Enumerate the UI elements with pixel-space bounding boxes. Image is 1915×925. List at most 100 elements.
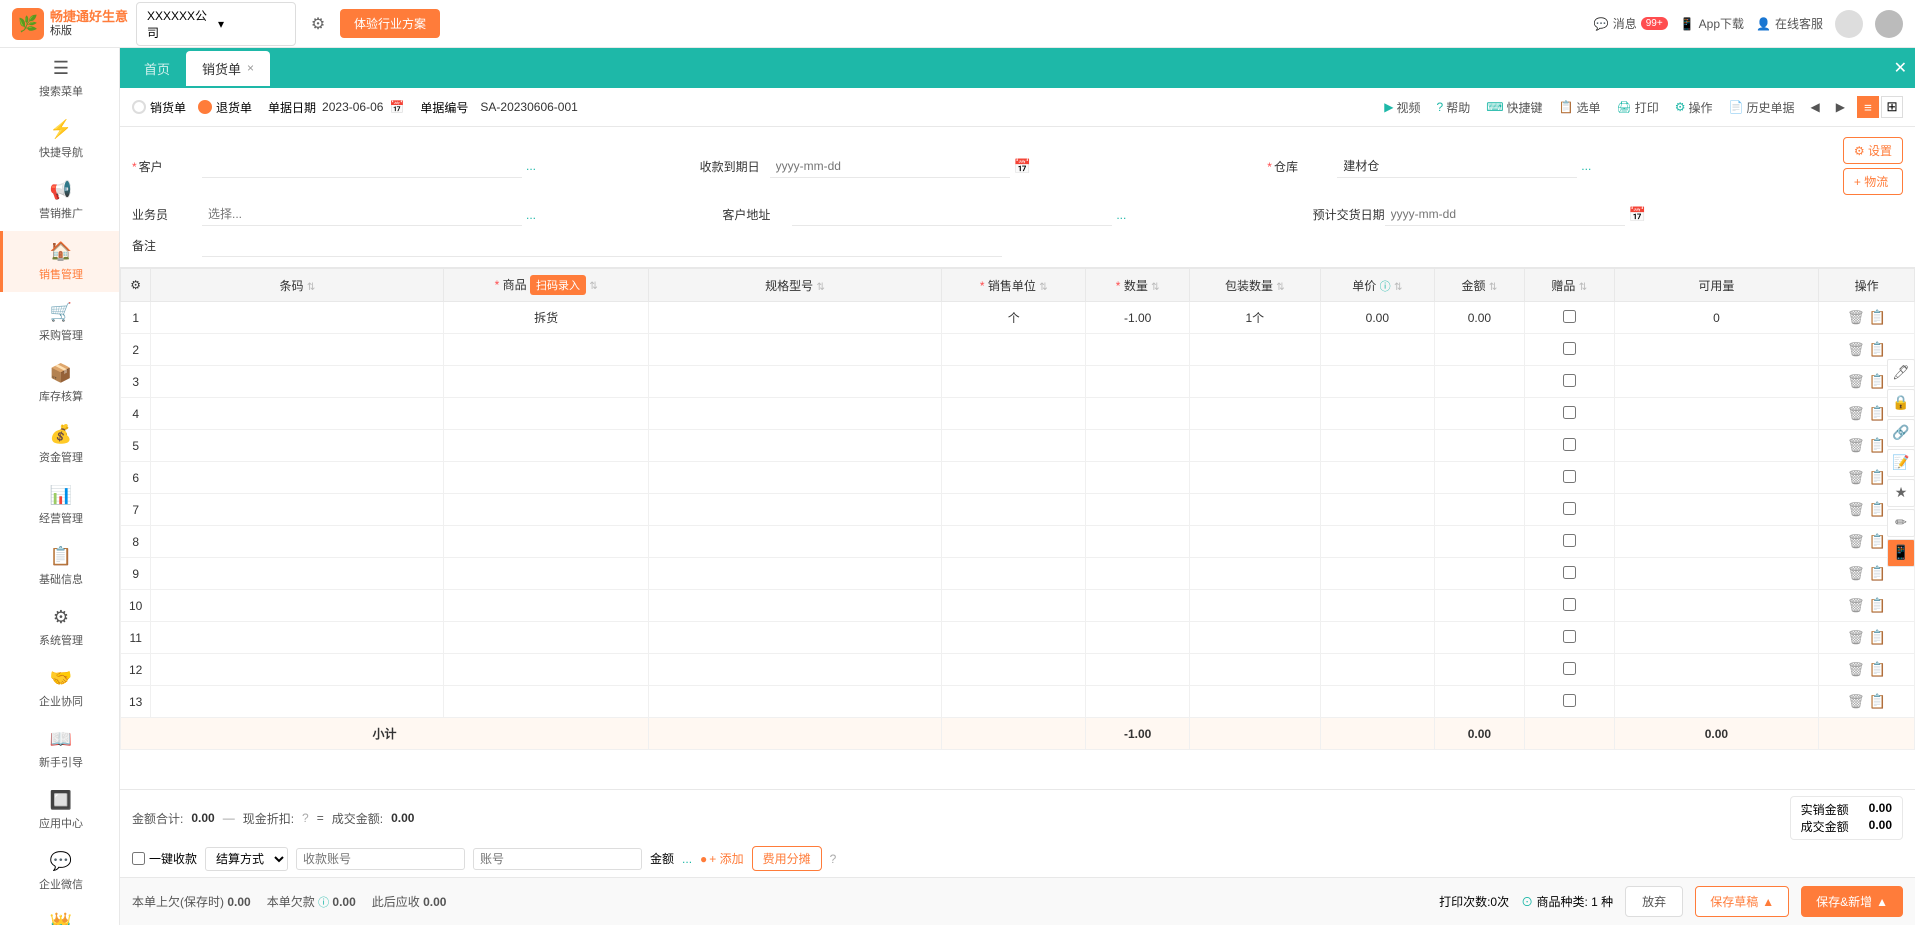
tab-sales-order[interactable]: 销货单 × [186, 51, 270, 86]
cell-spec[interactable] [649, 334, 942, 366]
delete-row-button[interactable]: 🗑 [1847, 693, 1865, 710]
cell-barcode[interactable] [151, 686, 444, 718]
sidebar-item-system[interactable]: ⚙ 系统管理 [0, 597, 119, 658]
cell-unit-price[interactable] [1320, 494, 1434, 526]
sidebar-item-purchase[interactable]: 🛒 采购管理 [0, 292, 119, 353]
tab-close-icon[interactable]: × [247, 61, 254, 75]
cell-barcode[interactable] [151, 398, 444, 430]
cell-amount[interactable] [1434, 334, 1524, 366]
copy-row-button[interactable]: 📋 [1869, 501, 1886, 518]
settings-button[interactable]: ⚙ [304, 10, 332, 38]
sidebar-item-wechat[interactable]: 💬 企业微信 [0, 841, 119, 902]
cell-qty[interactable] [1086, 654, 1190, 686]
customer-more[interactable]: ... [522, 159, 540, 173]
cell-unit[interactable] [942, 430, 1086, 462]
cell-unit[interactable]: 个 [942, 302, 1086, 334]
cell-product[interactable] [444, 526, 649, 558]
cell-amount[interactable] [1434, 558, 1524, 590]
cell-qty[interactable]: -1.00 [1086, 302, 1190, 334]
copy-row-button[interactable]: 📋 [1869, 405, 1886, 422]
cell-product[interactable] [444, 558, 649, 590]
delete-row-button[interactable]: 🗑 [1847, 341, 1865, 358]
cell-spec[interactable] [649, 430, 942, 462]
cell-product[interactable] [444, 622, 649, 654]
cell-spec[interactable] [649, 398, 942, 430]
sort-amount-icon[interactable]: ⇅ [1489, 282, 1497, 293]
cell-unit[interactable] [942, 558, 1086, 590]
due-date-input[interactable] [770, 155, 1010, 178]
history-button[interactable]: 📄 历史单据 [1725, 97, 1799, 118]
delete-row-button[interactable]: 🗑 [1847, 565, 1865, 582]
cell-amount[interactable] [1434, 622, 1524, 654]
cell-unit-price[interactable] [1320, 334, 1434, 366]
cell-gift[interactable] [1524, 366, 1614, 398]
float-btn-4[interactable]: 📝 [1887, 449, 1915, 477]
cell-barcode[interactable] [151, 462, 444, 494]
expense-button[interactable]: 费用分摊 [752, 846, 822, 871]
cell-amount[interactable] [1434, 430, 1524, 462]
delete-row-button[interactable]: 🗑 [1847, 629, 1865, 646]
print-button[interactable]: 🖨 打印 [1613, 97, 1663, 118]
cell-unit[interactable] [942, 366, 1086, 398]
cell-spec[interactable] [649, 686, 942, 718]
cell-pack-qty[interactable] [1189, 558, 1320, 590]
sort-unit-icon[interactable]: ⇅ [1039, 282, 1047, 293]
cell-qty[interactable] [1086, 526, 1190, 558]
cell-unit-price[interactable] [1320, 398, 1434, 430]
cell-qty[interactable] [1086, 462, 1190, 494]
account-number-input[interactable] [473, 848, 642, 870]
list-view-button[interactable]: ≡ [1857, 96, 1879, 118]
cell-spec[interactable] [649, 302, 942, 334]
scan-button[interactable]: 扫码录入 [530, 275, 586, 295]
cell-qty[interactable] [1086, 334, 1190, 366]
copy-row-button[interactable]: 📋 [1869, 565, 1886, 582]
delete-row-button[interactable]: 🗑 [1847, 661, 1865, 678]
cell-product[interactable] [444, 366, 649, 398]
cell-spec[interactable] [649, 590, 942, 622]
cell-amount[interactable] [1434, 366, 1524, 398]
select-button[interactable]: 📋 选单 [1555, 97, 1605, 118]
cell-unit[interactable] [942, 686, 1086, 718]
notes-input[interactable] [202, 234, 1002, 257]
float-btn-7[interactable]: 📱 [1887, 539, 1915, 567]
cell-amount[interactable] [1434, 526, 1524, 558]
sidebar-item-inventory[interactable]: 📦 库存核算 [0, 353, 119, 414]
copy-row-button[interactable]: 📋 [1869, 309, 1886, 326]
company-selector[interactable]: XXXXXX公司 ▾ [136, 2, 296, 46]
online-service-button[interactable]: 👤 在线客服 [1756, 15, 1823, 32]
cell-spec[interactable] [649, 558, 942, 590]
cell-product[interactable] [444, 430, 649, 462]
expected-date-calendar-icon[interactable]: 📅 [1625, 206, 1650, 223]
cell-spec[interactable] [649, 366, 942, 398]
th-settings[interactable]: ⚙ [121, 269, 151, 302]
one-click-payment-checkbox[interactable]: 一键收款 [132, 850, 197, 867]
cell-unit[interactable] [942, 494, 1086, 526]
cell-unit[interactable] [942, 398, 1086, 430]
cell-qty[interactable] [1086, 622, 1190, 654]
float-btn-5[interactable]: ★ [1887, 479, 1915, 507]
customer-addr-input[interactable] [792, 203, 1112, 226]
cell-unit-price[interactable] [1320, 462, 1434, 494]
cell-pack-qty[interactable] [1189, 622, 1320, 654]
cell-spec[interactable] [649, 654, 942, 686]
cell-amount[interactable] [1434, 654, 1524, 686]
cell-qty[interactable] [1086, 398, 1190, 430]
cell-pack-qty[interactable] [1189, 398, 1320, 430]
cell-qty[interactable] [1086, 366, 1190, 398]
sidebar-item-enterprise[interactable]: 🤝 企业协同 [0, 658, 119, 719]
cell-unit-price[interactable]: 0.00 [1320, 302, 1434, 334]
warehouse-more[interactable]: ... [1577, 159, 1595, 173]
operations-button[interactable]: ⚙ 操作 [1671, 97, 1717, 118]
copy-row-button[interactable]: 📋 [1869, 693, 1886, 710]
cell-qty[interactable] [1086, 494, 1190, 526]
cell-pack-qty[interactable] [1189, 494, 1320, 526]
sort-price-icon[interactable]: ⇅ [1394, 282, 1402, 293]
cell-pack-qty[interactable] [1189, 462, 1320, 494]
cell-gift[interactable] [1524, 430, 1614, 462]
shortcut-button[interactable]: ⌨ 快捷键 [1482, 97, 1546, 118]
setting-button[interactable]: ⚙ 设置 [1843, 137, 1903, 164]
cell-barcode[interactable] [151, 430, 444, 462]
cell-unit[interactable] [942, 590, 1086, 622]
cell-pack-qty[interactable] [1189, 654, 1320, 686]
cell-unit-price[interactable] [1320, 366, 1434, 398]
